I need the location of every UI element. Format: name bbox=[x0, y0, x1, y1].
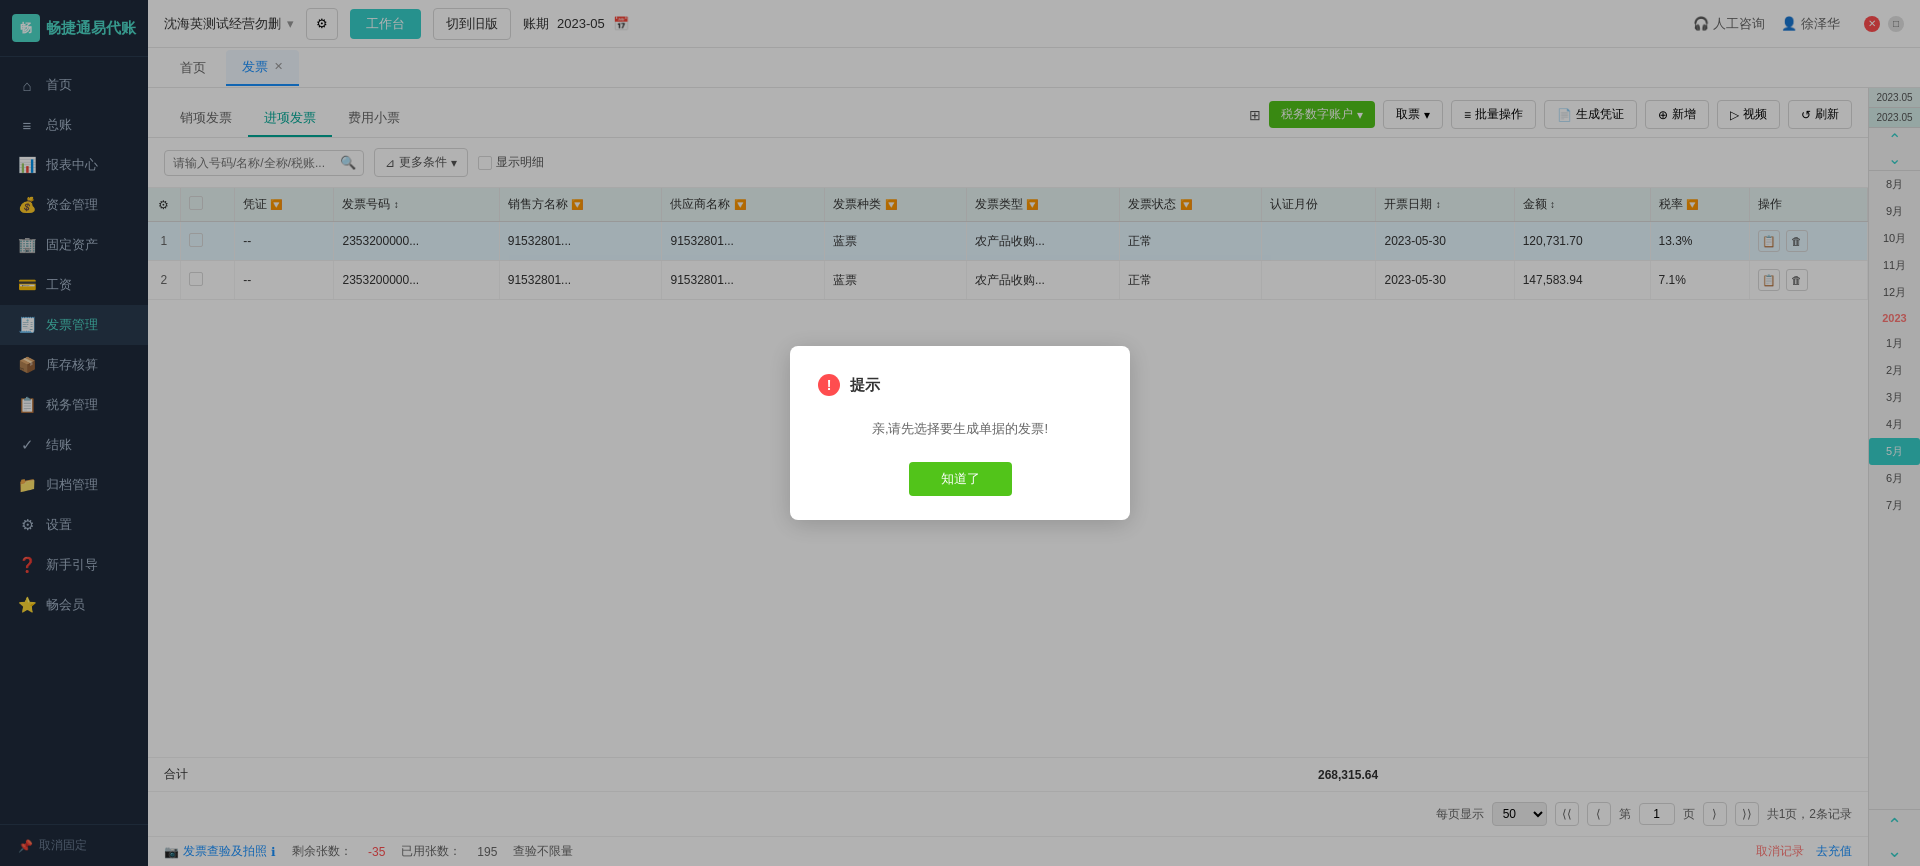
dialog-confirm-btn[interactable]: 知道了 bbox=[909, 462, 1012, 496]
dialog-message: 亲,请先选择要生成单据的发票! bbox=[872, 421, 1048, 436]
dialog: ! 提示 亲,请先选择要生成单据的发票! 知道了 bbox=[790, 346, 1130, 520]
dialog-overlay: ! 提示 亲,请先选择要生成单据的发票! 知道了 bbox=[0, 0, 1920, 866]
dialog-title: 提示 bbox=[850, 376, 880, 395]
dialog-warning-icon: ! bbox=[818, 374, 840, 396]
dialog-body: 亲,请先选择要生成单据的发票! bbox=[818, 412, 1102, 462]
dialog-header: ! 提示 bbox=[818, 374, 1102, 396]
dialog-footer: 知道了 bbox=[818, 462, 1102, 496]
